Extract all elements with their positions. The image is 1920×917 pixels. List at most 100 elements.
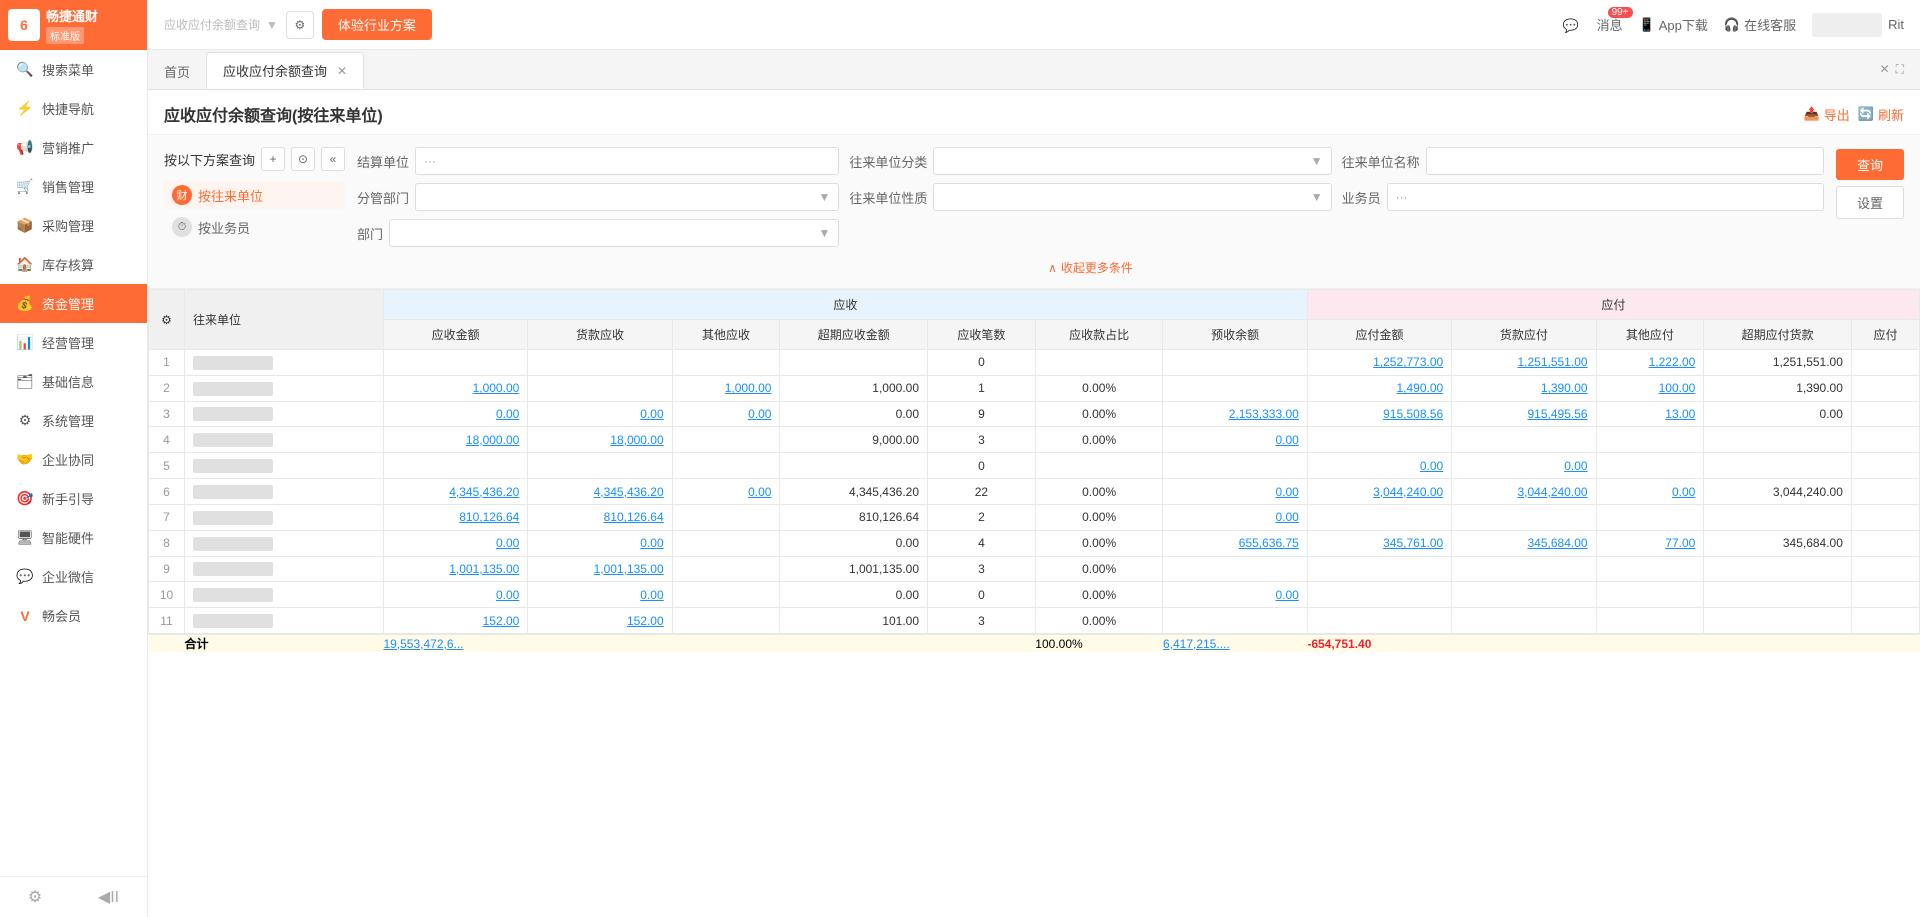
form-row-1: 结算单位 ··· 往来单位分类 ▼ 往来单位名称	[357, 147, 1824, 175]
col-ap-amount: 应付金额	[1307, 320, 1451, 350]
col-ar-count: 应收笔数	[928, 320, 1036, 350]
sidebar-item-collab[interactable]: 🤝 企业协同	[0, 440, 147, 479]
search-icon: 🔍	[16, 61, 34, 79]
table-row: 101,252,773.001,251,551.001,222.001,251,…	[149, 350, 1920, 376]
page-content: 应收应付余额查询(按往来单位) 📤 导出 🔄 刷新 按以下方案查询 + ⊙	[148, 90, 1920, 917]
tabs-bar: 首页 应收应付余额查询 ✕ ✕ ⛶	[148, 50, 1920, 90]
operation-icon: 📊	[16, 334, 34, 352]
message-btn[interactable]: 💬 99+ 消息	[1563, 15, 1623, 34]
refresh-btn[interactable]: 🔄 刷新	[1858, 105, 1904, 124]
tab-ar-ap[interactable]: 应收应付余额查询 ✕	[206, 52, 364, 89]
sidebar-item-wechat[interactable]: 💬 企业微信	[0, 557, 147, 596]
table-row: 500.000.00	[149, 453, 1920, 479]
message-badge: 99+	[1608, 7, 1633, 18]
col-ap-other: 其他应付	[1596, 320, 1704, 350]
online-service-btn[interactable]: 🎧 在线客服	[1724, 15, 1796, 34]
collapse-filter-btn[interactable]: «	[321, 147, 345, 171]
header-left: 应收应付余额查询 ▼ ⚙ 体验行业方案	[164, 9, 432, 40]
top-header: 应收应付余额查询 ▼ ⚙ 体验行业方案 💬 99+ 消息 📱 App下载 🎧 在…	[148, 0, 1920, 50]
add-filter-btn[interactable]: +	[261, 147, 285, 171]
table-row: 21,000.001,000.001,000.0010.00%1,490.001…	[149, 375, 1920, 401]
purchase-icon: 📦	[16, 217, 34, 235]
sidebar-item-guide[interactable]: 🎯 新手引导	[0, 479, 147, 518]
settings-bottom-btn[interactable]: ⚙	[28, 887, 42, 907]
phone-icon: 📱	[1639, 17, 1655, 33]
sidebar-item-hardware[interactable]: 🖥 智能硬件	[0, 518, 147, 557]
sidebar-item-marketing[interactable]: 📢 营销推广	[0, 128, 147, 167]
tab-home[interactable]: 首页	[148, 54, 206, 89]
collab-icon: 🤝	[16, 451, 34, 469]
unit-name-input[interactable]	[1426, 147, 1824, 175]
col-ap-loan: 货款应付	[1452, 320, 1596, 350]
field-dept-manage: 分管部门 ▼	[357, 183, 839, 211]
close-window-icon[interactable]: ✕	[1880, 62, 1890, 77]
col-ar-overdue: 超期应收金额	[780, 320, 928, 350]
breadcrumb: 应收应付余额查询 ▼	[164, 16, 278, 33]
filter-settings-btn[interactable]: ⊙	[291, 147, 315, 171]
logo-badge: 标准版	[46, 27, 84, 44]
table-row: 91,001,135.001,001,135.001,001,135.0030.…	[149, 556, 1920, 582]
unit-category-input[interactable]: ▼	[933, 147, 1331, 175]
field-salesperson: 业务员 ···	[1342, 183, 1824, 211]
footer-advance[interactable]: 6,417,215....	[1163, 634, 1307, 652]
sidebar-item-inventory[interactable]: 🏠 库存核算	[0, 245, 147, 284]
industry-solution-btn[interactable]: 体验行业方案	[322, 9, 432, 40]
app-download-btn[interactable]: 📱 App下载	[1639, 15, 1708, 34]
filter-left: 按以下方案查询 + ⊙ « 财 按往来单位 ⏱ 按业务员	[164, 147, 345, 276]
query-btn[interactable]: 查询	[1836, 149, 1904, 180]
sidebar-item-base[interactable]: 🗂 基础信息	[0, 362, 147, 401]
sales-icon: 🛒	[16, 178, 34, 196]
sidebar-item-search-menu[interactable]: 🔍 搜索菜单	[0, 50, 147, 89]
table-row: 30.000.000.000.0090.00%2,153,333.00915,5…	[149, 401, 1920, 427]
export-btn[interactable]: 📤 导出	[1804, 105, 1850, 124]
export-icon: 📤	[1804, 106, 1820, 122]
dept-manage-input[interactable]: ▼	[415, 183, 839, 211]
col-ar-amount: 应收金额	[383, 320, 527, 350]
sidebar-item-purchase[interactable]: 📦 采购管理	[0, 206, 147, 245]
sidebar: 6 畅捷通财 标准版 🔍 搜索菜单 ⚡ 快捷导航 📢 营销推广 🛒 销售管理 📦…	[0, 0, 148, 917]
field-unit-name: 往来单位名称	[1342, 147, 1824, 175]
sidebar-item-quick-nav[interactable]: ⚡ 快捷导航	[0, 89, 147, 128]
filter-staff-label: 按业务员	[198, 218, 250, 237]
collapse-btn[interactable]: ∧ 收起更多条件	[1048, 259, 1133, 276]
guide-icon: 🎯	[16, 490, 34, 508]
dept-input[interactable]: ▼	[389, 219, 839, 247]
table-row: 11152.00152.00101.0030.00%	[149, 608, 1920, 634]
maximize-icon[interactable]: ⛶	[1896, 62, 1904, 77]
col-settings-header[interactable]: ⚙	[149, 290, 185, 350]
salesperson-label: 业务员	[1342, 188, 1381, 207]
sidebar-item-member[interactable]: V 畅会员	[0, 596, 147, 635]
sidebar-item-finance[interactable]: 💰 资金管理	[0, 284, 147, 323]
settlement-unit-input[interactable]: ···	[415, 147, 839, 175]
sidebar-item-system[interactable]: ⚙ 系统管理	[0, 401, 147, 440]
sidebar-item-sales[interactable]: 🛒 销售管理	[0, 167, 147, 206]
sidebar-logo: 6 畅捷通财 标准版	[0, 0, 147, 50]
footer-ar-amount[interactable]: 19,553,472,6...	[383, 634, 527, 652]
unit-name-label: 往来单位名称	[1342, 152, 1420, 171]
wechat-icon: 💬	[16, 568, 34, 586]
dept-manage-label: 分管部门	[357, 188, 409, 207]
filter-by-unit[interactable]: 财 按往来单位	[164, 181, 345, 209]
salesperson-input[interactable]: ···	[1387, 183, 1824, 211]
logo-text: 畅捷通财	[46, 6, 98, 25]
page-title: 应收应付余额查询(按往来单位)	[164, 102, 383, 126]
tab-close-btn[interactable]: ✕	[337, 64, 347, 78]
col-advance: 预收余额	[1163, 320, 1307, 350]
set-btn[interactable]: 设置	[1836, 186, 1904, 219]
table-row: 100.000.000.0000.00%0.00	[149, 582, 1920, 608]
unit-nature-input[interactable]: ▼	[933, 183, 1331, 211]
footer-ap-amount: -654,751.40	[1307, 634, 1451, 652]
lightning-icon: ⚡	[16, 100, 34, 118]
user-area[interactable]: Rit	[1812, 13, 1904, 37]
message-icon: 💬	[1563, 18, 1579, 33]
col-ar-ratio: 应收款占比	[1035, 320, 1163, 350]
user-name: Rit	[1888, 17, 1904, 32]
unit-category-label: 往来单位分类	[849, 152, 927, 171]
collapse-sidebar-btn[interactable]: ◀II	[98, 887, 119, 907]
form-fields: 结算单位 ··· 往来单位分类 ▼ 往来单位名称	[345, 147, 1836, 276]
table-row: 64,345,436.204,345,436.200.004,345,436.2…	[149, 479, 1920, 505]
filter-by-staff[interactable]: ⏱ 按业务员	[164, 213, 345, 241]
settings-btn[interactable]: ⚙	[286, 11, 314, 39]
collapse-row: ∧ 收起更多条件	[357, 251, 1824, 276]
sidebar-item-operation[interactable]: 📊 经营管理	[0, 323, 147, 362]
